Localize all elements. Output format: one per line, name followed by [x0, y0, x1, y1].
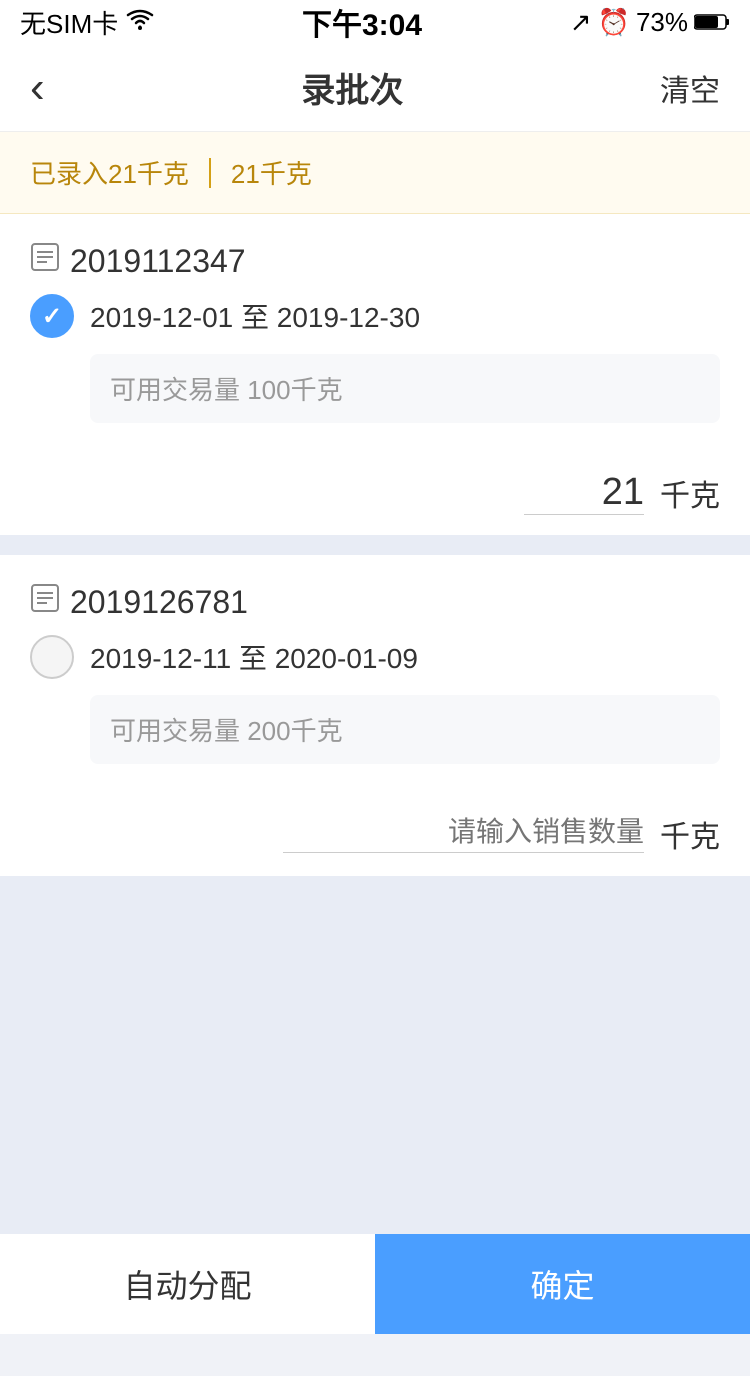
batch2-input-row: 千克	[0, 792, 750, 876]
status-right: ↗ ⏰ 73%	[570, 7, 730, 38]
batch2-date: 2019-12-11 至 2020-01-09	[90, 637, 418, 677]
batch2-icon	[30, 583, 60, 621]
recorded-amount: 已录入21千克	[30, 154, 189, 191]
batch1-date-row: 2019-12-01 至 2019-12-30	[30, 294, 720, 338]
battery-percent: 73%	[636, 7, 688, 38]
batch1-date: 2019-12-01 至 2019-12-30	[90, 296, 420, 336]
section-separator	[0, 535, 750, 555]
batch2-id: 2019126781	[70, 584, 248, 621]
batch1-radio[interactable]	[30, 294, 74, 338]
batch1-id: 2019112347	[70, 243, 246, 280]
batch1-quantity-container: 21	[524, 471, 644, 515]
empty-area	[0, 876, 750, 1276]
bottom-bar: 自动分配 确定	[0, 1234, 750, 1334]
batch1-icon	[30, 242, 60, 280]
status-bar: 无SIM卡 下午3:04 ↗ ⏰ 73%	[0, 0, 750, 44]
batch1-quantity-row: 21 千克	[0, 451, 750, 535]
batch1-header: 2019112347	[30, 242, 720, 280]
battery-icon	[694, 7, 730, 38]
batch2-item: 2019126781 2019-12-11 至 2020-01-09 可用交易量…	[0, 555, 750, 792]
batch2-card: 2019126781 2019-12-11 至 2020-01-09 可用交易量…	[0, 555, 750, 876]
batch2-unit: 千克	[660, 812, 720, 856]
batch1-quantity-value: 21	[602, 471, 644, 513]
clear-button[interactable]: 清空	[660, 66, 720, 110]
auto-distribute-button[interactable]: 自动分配	[0, 1234, 375, 1334]
sim-label: 无SIM卡	[20, 4, 118, 41]
batch2-available: 可用交易量 200千克	[90, 695, 720, 764]
batch2-radio[interactable]	[30, 635, 74, 679]
back-button[interactable]: ‹	[30, 63, 45, 113]
batch2-input-container	[283, 816, 644, 853]
info-divider	[209, 158, 211, 188]
batch2-header: 2019126781	[30, 583, 720, 621]
status-time: 下午3:04	[302, 0, 422, 44]
status-left: 无SIM卡	[20, 4, 154, 41]
page-title: 录批次	[301, 63, 403, 112]
alarm-icon: ⏰	[598, 7, 630, 38]
batch2-quantity-input[interactable]	[283, 816, 644, 848]
location-icon: ↗	[570, 7, 592, 38]
nav-bar: ‹ 录批次 清空	[0, 44, 750, 132]
confirm-button[interactable]: 确定	[375, 1234, 750, 1334]
info-banner: 已录入21千克 21千克	[0, 132, 750, 214]
batch1-available: 可用交易量 100千克	[90, 354, 720, 423]
batch1-card: 2019112347 2019-12-01 至 2019-12-30 可用交易量…	[0, 214, 750, 535]
batch1-unit: 千克	[660, 471, 720, 515]
recorded-value: 21千克	[231, 154, 312, 191]
batch2-date-row: 2019-12-11 至 2020-01-09	[30, 635, 720, 679]
wifi-icon	[126, 7, 154, 38]
batch1-item: 2019112347 2019-12-01 至 2019-12-30 可用交易量…	[0, 214, 750, 451]
